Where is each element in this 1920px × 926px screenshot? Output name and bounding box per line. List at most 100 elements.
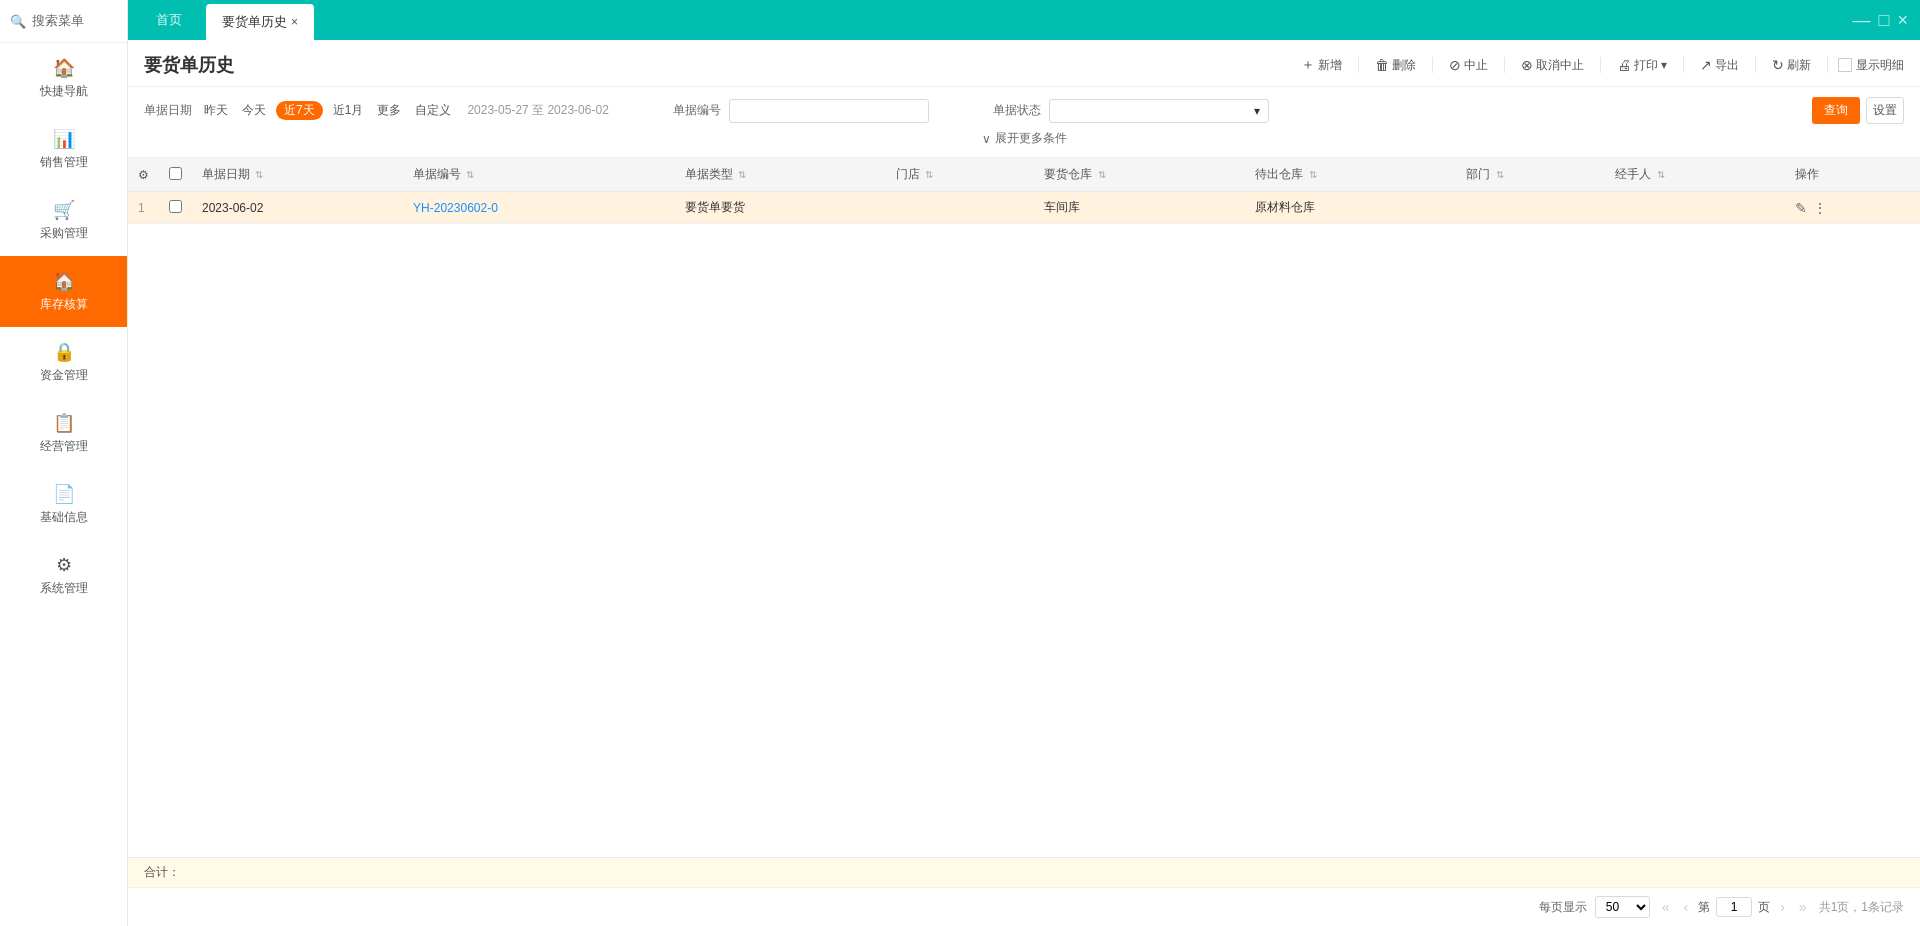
- sort-doc-date-icon: ⇅: [255, 169, 263, 180]
- th-doc-date[interactable]: 单据日期 ⇅: [192, 158, 403, 192]
- last-page-btn[interactable]: »: [1795, 897, 1811, 917]
- expand-row: ∨ 展开更多条件: [144, 130, 1904, 147]
- sidebar-item-purchase[interactable]: 🛒 采购管理: [0, 185, 127, 256]
- cell-pending-warehouse: 原材料仓库: [1245, 192, 1456, 224]
- th-doc-type-label: 单据类型: [685, 167, 733, 181]
- sidebar-item-finance[interactable]: 🔒 资金管理: [0, 327, 127, 398]
- sort-store-icon: ⇅: [925, 169, 933, 180]
- page-label: 第: [1698, 899, 1710, 916]
- sidebar-item-basic-info[interactable]: 📄 基础信息: [0, 469, 127, 540]
- stop-button[interactable]: ⊘ 中止: [1443, 53, 1494, 78]
- filter-row-1: 单据日期 昨天 今天 近7天 近1月 更多 自定义 2023-05-27 至 2…: [144, 97, 1904, 124]
- sidebar-item-inventory[interactable]: 🏠 库存核算: [0, 256, 127, 327]
- cell-doc-number[interactable]: YH-20230602-0: [403, 192, 675, 224]
- doc-number-input[interactable]: [729, 99, 929, 123]
- th-handler-label: 经手人: [1615, 167, 1651, 181]
- sidebar-item-operation[interactable]: 📋 经营管理: [0, 398, 127, 469]
- cell-operation: ✎ ⋮: [1785, 192, 1920, 224]
- th-doc-number[interactable]: 单据编号 ⇅: [403, 158, 675, 192]
- basic-info-icon: 📄: [53, 483, 75, 505]
- system-icon: ⚙: [56, 554, 72, 576]
- page-header: 要货单历史 ＋ 新增 🗑 删除 ⊘ 中止 ⊗: [128, 40, 1920, 87]
- sidebar-item-sales[interactable]: 📊 销售管理: [0, 114, 127, 185]
- sales-icon: 📊: [53, 128, 75, 150]
- print-dropdown-icon[interactable]: ▾: [1661, 58, 1667, 72]
- sort-doc-type-icon: ⇅: [738, 169, 746, 180]
- sidebar-item-label-quick-nav: 快捷导航: [40, 83, 88, 100]
- display-detail-toggle[interactable]: 显示明细: [1838, 57, 1904, 74]
- divider-2: [1432, 57, 1433, 73]
- refresh-icon: ↻: [1772, 57, 1784, 73]
- th-department[interactable]: 部门 ⇅: [1456, 158, 1605, 192]
- th-doc-type[interactable]: 单据类型 ⇅: [675, 158, 886, 192]
- tab-requisition-history[interactable]: 要货单历史 ×: [206, 4, 314, 40]
- th-pending-warehouse[interactable]: 待出仓库 ⇅: [1245, 158, 1456, 192]
- divider-5: [1683, 57, 1684, 73]
- delete-button[interactable]: 🗑 删除: [1369, 53, 1422, 78]
- sidebar-search[interactable]: 🔍 搜索菜单: [0, 0, 127, 43]
- date-btn-7days[interactable]: 近7天: [276, 101, 323, 120]
- th-doc-number-label: 单据编号: [413, 167, 461, 181]
- page-input[interactable]: [1716, 897, 1752, 917]
- divider-3: [1504, 57, 1505, 73]
- expand-icon: ∨: [982, 132, 991, 146]
- page-size-select[interactable]: 20 50 100 200: [1595, 896, 1650, 918]
- stop-label: 中止: [1464, 57, 1488, 74]
- table-area: ⚙ 单据日期 ⇅ 单据编号 ⇅ 单据类型 ⇅: [128, 158, 1920, 857]
- th-settings[interactable]: ⚙: [128, 158, 159, 192]
- row-checkbox[interactable]: [159, 192, 192, 224]
- print-button[interactable]: 🖨 打印 ▾: [1611, 53, 1673, 78]
- settings-button[interactable]: 设置: [1866, 97, 1904, 124]
- th-req-warehouse[interactable]: 要货仓库 ⇅: [1034, 158, 1245, 192]
- th-store[interactable]: 门店 ⇅: [886, 158, 1035, 192]
- more-icon[interactable]: ⋮: [1813, 200, 1827, 216]
- refresh-button[interactable]: ↻ 刷新: [1766, 53, 1817, 78]
- date-btn-today[interactable]: 今天: [238, 101, 270, 120]
- display-detail-checkbox[interactable]: [1838, 58, 1852, 72]
- date-btn-1month[interactable]: 近1月: [329, 101, 368, 120]
- data-table: ⚙ 单据日期 ⇅ 单据编号 ⇅ 单据类型 ⇅: [128, 158, 1920, 224]
- finance-icon: 🔒: [53, 341, 75, 363]
- date-btn-yesterday[interactable]: 昨天: [200, 101, 232, 120]
- pagination: 每页显示 20 50 100 200 « ‹ 第 页 › » 共1页，1条记录: [128, 887, 1920, 926]
- status-select[interactable]: ▾: [1049, 99, 1269, 123]
- select-all-checkbox[interactable]: [169, 167, 182, 180]
- cancel-stop-button[interactable]: ⊗ 取消中止: [1515, 53, 1590, 78]
- topbar-right: — □ ×: [1853, 10, 1908, 31]
- sidebar-item-system[interactable]: ⚙ 系统管理: [0, 540, 127, 611]
- date-btn-custom[interactable]: 自定义: [411, 101, 455, 120]
- sidebar-item-quick-nav[interactable]: 🏠 快捷导航: [0, 43, 127, 114]
- query-actions: 查询 设置: [1812, 97, 1904, 124]
- th-department-label: 部门: [1466, 167, 1490, 181]
- prev-page-btn[interactable]: ‹: [1680, 897, 1693, 917]
- doc-number-filter-group: 单据编号: [673, 99, 929, 123]
- doc-number-link[interactable]: YH-20230602-0: [413, 201, 498, 215]
- print-label: 打印: [1634, 57, 1658, 74]
- page-size-label: 每页显示: [1539, 899, 1587, 916]
- query-button[interactable]: 查询: [1812, 97, 1860, 124]
- row-num: 1: [128, 192, 159, 224]
- minimize-icon[interactable]: —: [1853, 10, 1871, 31]
- plus-icon: ＋: [1301, 56, 1315, 74]
- new-button[interactable]: ＋ 新增: [1295, 52, 1348, 78]
- tab-home[interactable]: 首页: [140, 0, 198, 40]
- sidebar-item-label-purchase: 采购管理: [40, 225, 88, 242]
- export-button[interactable]: ↗ 导出: [1694, 53, 1745, 78]
- edit-icon[interactable]: ✎: [1795, 200, 1807, 216]
- table-header: ⚙ 单据日期 ⇅ 单据编号 ⇅ 单据类型 ⇅: [128, 158, 1920, 192]
- export-label: 导出: [1715, 57, 1739, 74]
- status-filter-group: 单据状态 ▾: [993, 99, 1269, 123]
- th-checkbox[interactable]: [159, 158, 192, 192]
- close-window-icon[interactable]: ×: [1897, 10, 1908, 31]
- sort-pending-warehouse-icon: ⇅: [1309, 169, 1317, 180]
- maximize-icon[interactable]: □: [1879, 10, 1890, 31]
- th-handler[interactable]: 经手人 ⇅: [1605, 158, 1785, 192]
- tab-close-icon[interactable]: ×: [291, 15, 298, 29]
- next-page-btn[interactable]: ›: [1776, 897, 1789, 917]
- first-page-btn[interactable]: «: [1658, 897, 1674, 917]
- date-btn-more[interactable]: 更多: [373, 101, 405, 120]
- row-select-checkbox[interactable]: [169, 200, 182, 213]
- sidebar-item-label-sales: 销售管理: [40, 154, 88, 171]
- expand-more-btn[interactable]: ∨ 展开更多条件: [982, 130, 1067, 147]
- sidebar-item-label-basic-info: 基础信息: [40, 509, 88, 526]
